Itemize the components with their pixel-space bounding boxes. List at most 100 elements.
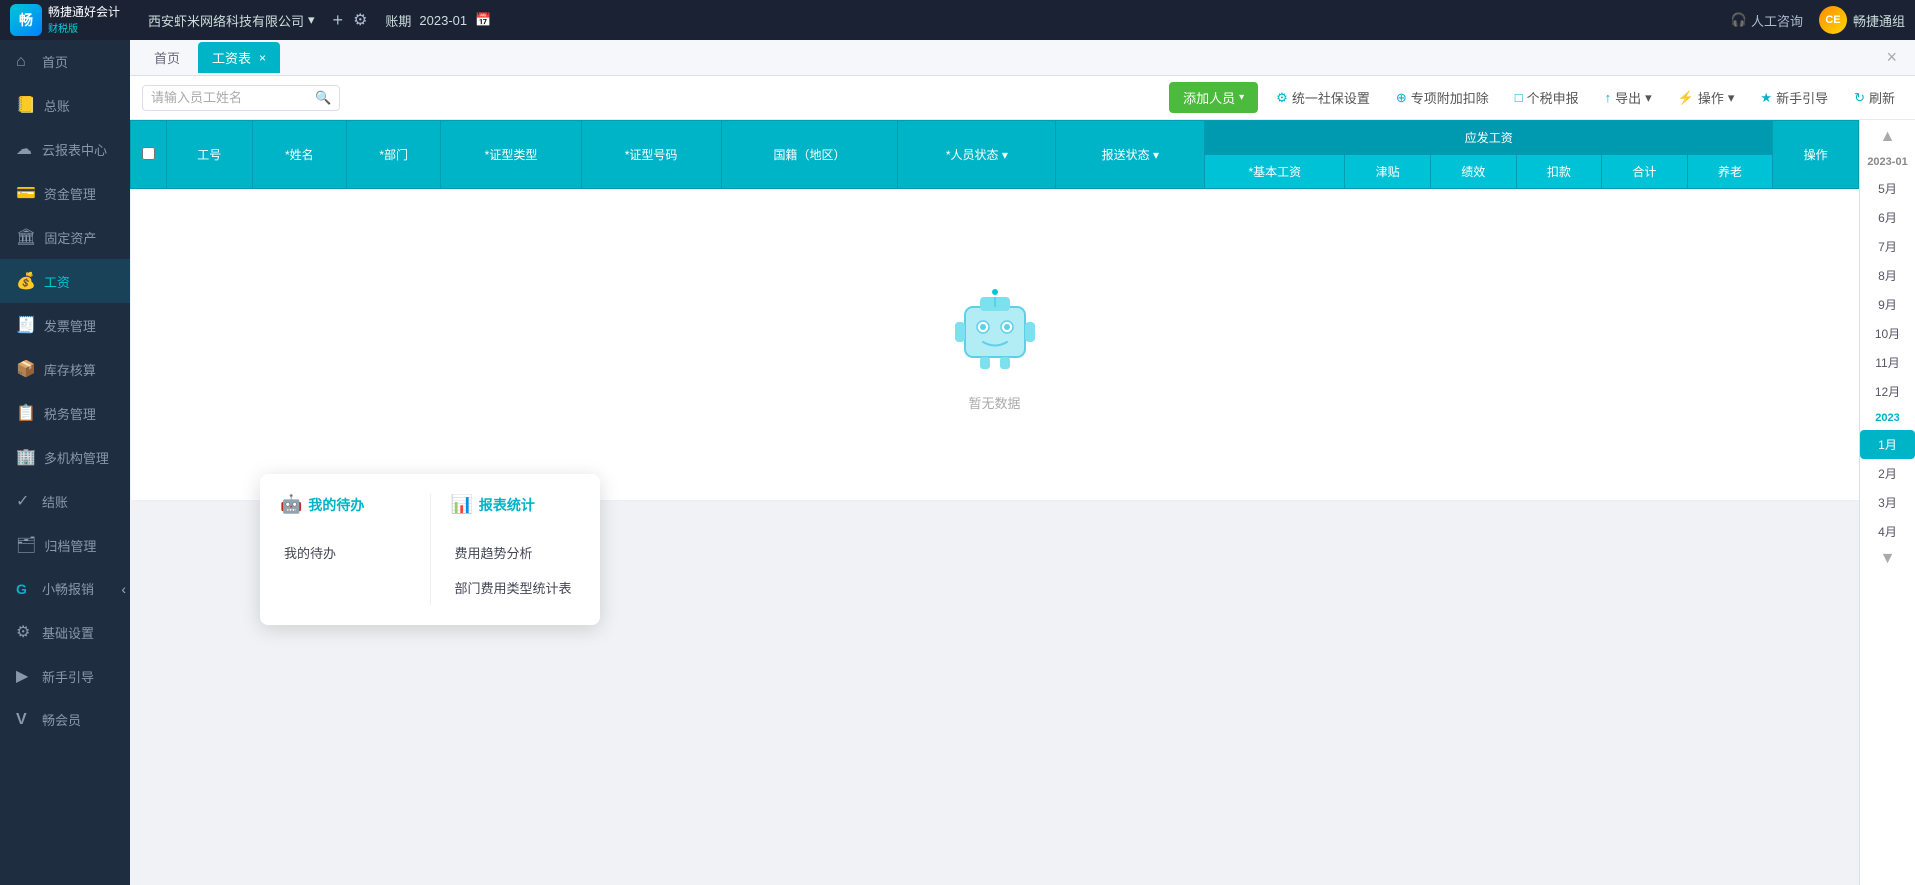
- month-item-1-active[interactable]: 1月: [1860, 430, 1915, 459]
- todo-header-icon: 🤖: [280, 494, 302, 515]
- tab-home[interactable]: 首页: [140, 42, 194, 73]
- social-insurance-btn[interactable]: ⚙ 统一社保设置: [1268, 84, 1378, 111]
- sidebar-label-fund: 资金管理: [44, 184, 96, 203]
- logo-area: 畅 畅捷通好会计 财税版: [10, 4, 130, 36]
- company-name: 西安虾米网络科技有限公司: [148, 11, 304, 30]
- month-nav-up[interactable]: ▲: [1876, 124, 1900, 150]
- sidebar-item-tax[interactable]: 📋 税务管理: [0, 391, 130, 435]
- month-item-8[interactable]: 8月: [1860, 261, 1915, 290]
- sidebar-item-multi-org[interactable]: 🏢 多机构管理: [0, 435, 130, 479]
- sidebar-item-inventory[interactable]: 📦 库存核算: [0, 347, 130, 391]
- service-button[interactable]: 🎧 人工咨询: [1731, 11, 1803, 30]
- sidebar: ⌂ 首页 📒 总账 ☁ 云报表中心 💳 资金管理 🏛 固定资产 💰 工资 🧾 发…: [0, 40, 130, 885]
- top-right-area: 🎧 人工咨询 CE 畅捷通组: [1731, 6, 1905, 34]
- tax-icon: 📋: [16, 403, 36, 423]
- export-dropdown-icon: ▾: [1645, 90, 1652, 106]
- sidebar-item-basic[interactable]: ⚙ 基础设置: [0, 610, 130, 654]
- salary-table: 工号 *姓名 *部门 *证型类型 *证型号码 国籍（地区） *人员状态 ▾ 报送…: [130, 120, 1859, 501]
- col-bonus: 绩效: [1430, 155, 1516, 189]
- top-add-icon[interactable]: +: [333, 10, 344, 31]
- popup-col-todo-header: 🤖 我的待办: [280, 494, 410, 523]
- col-allowance: 津贴: [1345, 155, 1431, 189]
- month-item-11[interactable]: 11月: [1860, 348, 1915, 377]
- popup-item-dept-cost[interactable]: 部门费用类型统计表: [451, 570, 581, 605]
- report-header-label: 报表统计: [479, 495, 535, 515]
- toolbar: 🔍 添加人员 ▾ ⚙ 统一社保设置 ⊕ 专项附加扣除 □ 个税申报: [130, 76, 1915, 120]
- guide-icon: ▶: [16, 666, 34, 686]
- operation-btn[interactable]: ⚡ 操作 ▾: [1670, 84, 1743, 111]
- content-area: 首页 工资表 × × 🔍 添加人员 ▾ ⚙: [130, 40, 1915, 885]
- sidebar-label-fixed: 固定资产: [44, 228, 96, 247]
- special-deduction-icon: ⊕: [1396, 90, 1407, 106]
- month-item-7[interactable]: 7月: [1860, 232, 1915, 261]
- select-all-checkbox[interactable]: [142, 147, 155, 160]
- sidebar-item-salary[interactable]: 💰 工资: [0, 259, 130, 303]
- month-item-9[interactable]: 9月: [1860, 290, 1915, 319]
- month-item-6[interactable]: 6月: [1860, 203, 1915, 232]
- sidebar-label-inventory: 库存核算: [44, 360, 96, 379]
- month-item-4[interactable]: 4月: [1860, 517, 1915, 546]
- month-item-5[interactable]: 5月: [1860, 174, 1915, 203]
- sidebar-label-basic: 基础设置: [42, 623, 94, 642]
- month-panel: ▲ 2023-01 5月 6月 7月 8月 9月 10月 11月 12月 202…: [1859, 120, 1915, 885]
- col-deduction: 扣款: [1516, 155, 1602, 189]
- tab-bar-close-window[interactable]: ×: [1878, 47, 1905, 68]
- col-cert-type: *证型类型: [441, 121, 581, 189]
- empty-state: 暂无数据: [141, 197, 1849, 492]
- sidebar-label-archive: 归档管理: [44, 536, 96, 555]
- month-nav-down[interactable]: ▼: [1876, 546, 1900, 572]
- new-guide-btn[interactable]: ★ 新手引导: [1752, 84, 1836, 111]
- logo-text-group: 畅捷通好会计 财税版: [48, 5, 120, 34]
- sidebar-item-member[interactable]: V 畅会员: [0, 698, 130, 741]
- ledger-icon: 📒: [16, 95, 36, 115]
- report-header-icon: 📊: [451, 494, 473, 515]
- refresh-icon: ↻: [1854, 90, 1865, 106]
- user-area[interactable]: CE 畅捷通组: [1819, 6, 1905, 34]
- tab-bar: 首页 工资表 × ×: [130, 40, 1915, 76]
- tab-salary[interactable]: 工资表 ×: [198, 42, 280, 73]
- month-item-3[interactable]: 3月: [1860, 488, 1915, 517]
- multi-org-icon: 🏢: [16, 447, 36, 467]
- tab-salary-close[interactable]: ×: [259, 51, 266, 65]
- month-item-10[interactable]: 10月: [1860, 319, 1915, 348]
- sidebar-item-closing[interactable]: ✓ 结账: [0, 479, 130, 523]
- col-checkbox[interactable]: [131, 121, 167, 189]
- inventory-icon: 📦: [16, 359, 36, 379]
- year-label-2023-current: 2023: [1873, 406, 1901, 430]
- export-btn[interactable]: ↑ 导出 ▾: [1597, 84, 1660, 111]
- search-input[interactable]: [151, 90, 311, 105]
- headset-icon: 🎧: [1731, 12, 1747, 28]
- add-person-button[interactable]: 添加人员 ▾: [1169, 82, 1258, 113]
- col-total: 合计: [1602, 155, 1688, 189]
- operation-icon: ⚡: [1678, 90, 1694, 106]
- sidebar-item-home[interactable]: ⌂ 首页: [0, 40, 130, 83]
- sidebar-item-xiao-expense[interactable]: G 小畅报销 ‹: [0, 567, 130, 610]
- popup-item-my-todo[interactable]: 我的待办: [280, 535, 410, 570]
- sidebar-label-tax: 税务管理: [44, 404, 96, 423]
- refresh-btn[interactable]: ↻ 刷新: [1846, 84, 1903, 111]
- period-selector[interactable]: 账期 2023-01 📅: [377, 7, 499, 34]
- dept-cost-label: 部门费用类型统计表: [455, 581, 572, 596]
- sidebar-item-cloud-report[interactable]: ☁ 云报表中心: [0, 127, 130, 171]
- sidebar-item-archive[interactable]: 🗂 归档管理: [0, 523, 130, 567]
- sidebar-item-fixed-assets[interactable]: 🏛 固定资产: [0, 215, 130, 259]
- top-settings-icon[interactable]: ⚙: [353, 10, 367, 30]
- sidebar-item-ledger[interactable]: 📒 总账: [0, 83, 130, 127]
- empty-illustration: [945, 277, 1045, 377]
- sidebar-item-invoice[interactable]: 🧾 发票管理: [0, 303, 130, 347]
- period-label: 账期: [385, 11, 411, 30]
- tax-report-btn[interactable]: □ 个税申报: [1507, 84, 1587, 111]
- month-item-2[interactable]: 2月: [1860, 459, 1915, 488]
- main-layout: ⌂ 首页 📒 总账 ☁ 云报表中心 💳 资金管理 🏛 固定资产 💰 工资 🧾 发…: [0, 40, 1915, 885]
- month-item-12[interactable]: 12月: [1860, 377, 1915, 406]
- refresh-label: 刷新: [1869, 88, 1895, 107]
- col-salary-group: 应发工资: [1205, 121, 1773, 155]
- col-operation: 操作: [1773, 121, 1859, 189]
- special-deduction-btn[interactable]: ⊕ 专项附加扣除: [1388, 84, 1497, 111]
- company-selector[interactable]: 西安虾米网络科技有限公司 ▾: [140, 7, 323, 34]
- new-guide-label: 新手引导: [1776, 88, 1828, 107]
- popup-item-cost-trend[interactable]: 费用趋势分析: [451, 535, 581, 570]
- sidebar-item-guide[interactable]: ▶ 新手引导: [0, 654, 130, 698]
- sidebar-item-fund[interactable]: 💳 资金管理: [0, 171, 130, 215]
- basic-settings-icon: ⚙: [16, 622, 34, 642]
